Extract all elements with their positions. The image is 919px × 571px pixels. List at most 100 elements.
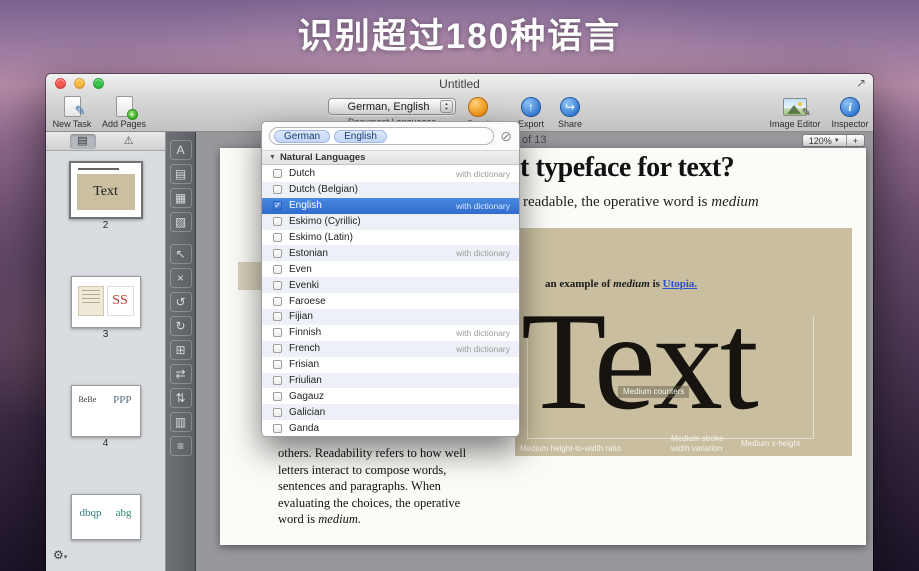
language-row[interactable]: Friulian — [262, 373, 519, 389]
crop-tool[interactable]: ⊞ — [170, 340, 192, 360]
title-bar[interactable]: Untitled ↗ — [46, 74, 873, 93]
section-label: Natural Languages — [280, 152, 366, 163]
rotate-right-tool[interactable]: ↻ — [170, 316, 192, 336]
language-row[interactable]: Frisian — [262, 357, 519, 373]
share-icon: ↪ — [560, 97, 580, 117]
language-row[interactable]: Frenchwith dictionary — [262, 341, 519, 357]
language-label: Fijian — [289, 311, 503, 322]
language-checkbox[interactable] — [273, 424, 282, 433]
language-row[interactable]: Evenki — [262, 277, 519, 293]
language-row[interactable]: ✓Englishwith dictionary — [262, 198, 519, 214]
action-menu-button[interactable]: ⚙▾ — [53, 548, 67, 562]
text-region-tool[interactable]: ▤ — [170, 164, 192, 184]
image-editor-icon: ✎ — [783, 98, 807, 116]
flip-horizontal-tool[interactable]: ⇄ — [170, 364, 192, 384]
delete-region-tool[interactable]: × — [170, 268, 192, 288]
language-label: Galician — [289, 407, 503, 418]
inspector-button[interactable]: i Inspector — [826, 95, 874, 129]
alerts-tab[interactable]: ⚠ — [116, 134, 142, 149]
language-row[interactable]: Eskimo (Cyrillic) — [262, 214, 519, 230]
language-row[interactable]: Finnishwith dictionary — [262, 325, 519, 341]
page-number: 4 — [46, 438, 165, 450]
dictionary-note: with dictionary — [456, 169, 510, 179]
page-thumbnail[interactable]: BeBe PPP — [71, 385, 141, 437]
section-header[interactable]: ▼ Natural Languages — [262, 150, 519, 165]
language-checkbox[interactable] — [273, 344, 282, 353]
columns-tool[interactable]: ≡ — [170, 436, 192, 456]
table-tool[interactable]: ▥ — [170, 412, 192, 432]
annotation-height-width: Medium height-to-width ratio — [520, 444, 621, 454]
language-checkbox[interactable] — [273, 376, 282, 385]
language-row[interactable]: Fijian — [262, 309, 519, 325]
pages-tab[interactable]: ▤ — [70, 134, 96, 149]
clear-icon[interactable]: ⊘ — [500, 129, 512, 143]
language-checkbox[interactable] — [273, 233, 282, 242]
page-indicator: of 13 — [522, 134, 546, 146]
language-token[interactable]: German — [274, 130, 330, 143]
thumbnail-item: Text 2 — [46, 161, 165, 232]
dictionary-note: with dictionary — [456, 344, 510, 354]
language-row[interactable]: Faroese — [262, 293, 519, 309]
language-label: Frisian — [289, 359, 503, 370]
language-label: Ganda — [289, 423, 503, 434]
language-label: Even — [289, 264, 503, 275]
flip-vertical-tool[interactable]: ⇅ — [170, 388, 192, 408]
share-button[interactable]: ↪ Share — [548, 95, 592, 129]
language-dropdown[interactable]: German, English ▲▼ — [328, 98, 456, 115]
image-editor-button[interactable]: ✎ Image Editor — [766, 95, 824, 129]
pages-sidebar: ▤ ⚠ Text 2 SS — [46, 132, 166, 571]
language-checkbox[interactable]: ✓ — [273, 201, 282, 210]
language-checkbox[interactable] — [273, 328, 282, 337]
token-field[interactable]: German English — [269, 127, 494, 145]
zoom-level-button[interactable]: 120%▼ — [803, 135, 846, 146]
select-tool[interactable]: ↖ — [170, 244, 192, 264]
thumb-text: abg — [116, 507, 132, 519]
language-label: Dutch (Belgian) — [289, 184, 503, 195]
image-region-tool[interactable]: ▦ — [170, 188, 192, 208]
language-label: Eskimo (Cyrillic) — [289, 216, 503, 227]
sidebar-tabs: ▤ ⚠ — [46, 132, 165, 151]
language-row[interactable]: Galician — [262, 404, 519, 420]
language-checkbox[interactable] — [273, 312, 282, 321]
new-task-label: New Task — [48, 119, 96, 129]
language-label: Friulian — [289, 375, 503, 386]
language-row[interactable]: Even — [262, 261, 519, 277]
language-checkbox[interactable] — [273, 265, 282, 274]
language-checkbox[interactable] — [273, 217, 282, 226]
thumb-text: BeBe — [79, 395, 97, 404]
page-thumbnail[interactable]: dbqp abg — [71, 494, 141, 540]
pattern-region-tool[interactable]: ▨ — [170, 212, 192, 232]
inspector-icon: i — [840, 97, 860, 117]
document-subheading: readable, the operative word is medium — [523, 194, 759, 211]
language-row[interactable]: Gagauz — [262, 388, 519, 404]
language-checkbox[interactable] — [273, 249, 282, 258]
page-thumbnail[interactable]: Text — [69, 161, 143, 219]
columns-tool-icon: ≡ — [177, 439, 184, 453]
language-checkbox[interactable] — [273, 185, 282, 194]
zoom-in-button[interactable]: + — [846, 135, 864, 146]
text-tool[interactable]: A — [170, 140, 192, 160]
language-row[interactable]: Dutchwith dictionary — [262, 166, 519, 182]
dropdown-stepper-icon: ▲▼ — [440, 100, 453, 113]
crop-tool-icon: ⊞ — [175, 343, 185, 357]
language-checkbox[interactable] — [273, 281, 282, 290]
language-token[interactable]: English — [334, 130, 387, 143]
new-task-button[interactable]: ✎ New Task — [48, 95, 96, 129]
language-checkbox[interactable] — [273, 360, 282, 369]
page-thumbnail[interactable]: SS — [71, 276, 141, 328]
specimen-text: Text — [521, 292, 756, 432]
language-row[interactable]: Dutch (Belgian) — [262, 182, 519, 198]
language-row[interactable]: Eskimo (Latin) — [262, 230, 519, 246]
rotate-left-tool[interactable]: ↺ — [170, 292, 192, 312]
language-checkbox[interactable] — [273, 297, 282, 306]
language-checkbox[interactable] — [273, 408, 282, 417]
language-row[interactable]: Estonianwith dictionary — [262, 245, 519, 261]
fullscreen-icon[interactable]: ↗ — [856, 76, 866, 90]
disclosure-triangle-icon[interactable]: ▼ — [269, 154, 276, 161]
add-pages-button[interactable]: + Add Pages — [96, 95, 152, 129]
language-label: Finnish — [289, 327, 449, 338]
language-row[interactable]: Ganda — [262, 420, 519, 436]
language-checkbox[interactable] — [273, 169, 282, 178]
language-checkbox[interactable] — [273, 392, 282, 401]
document-heading: t typeface for text? — [520, 152, 734, 184]
